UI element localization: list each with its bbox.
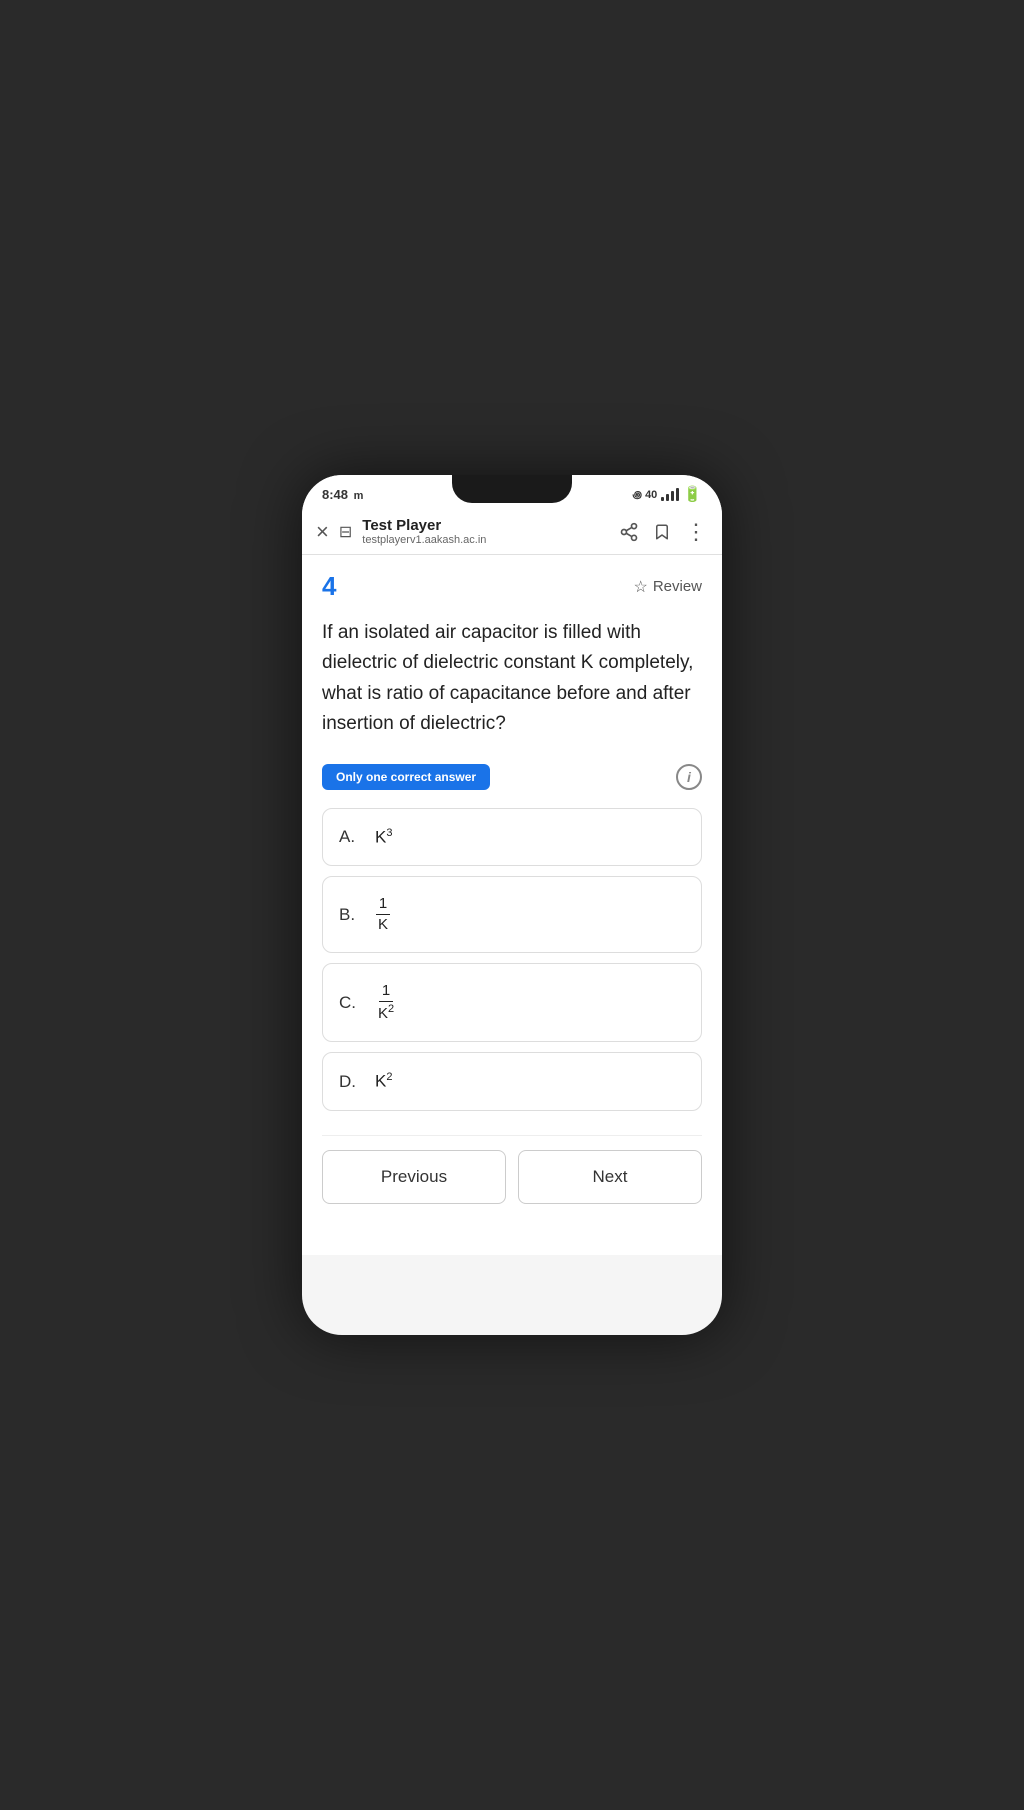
time-suffix: m [354, 490, 364, 502]
answer-type-row: Only one correct answer i [322, 764, 702, 790]
review-button[interactable]: ☆ Review [633, 577, 702, 597]
site-name: Test Player [362, 517, 609, 534]
previous-button[interactable]: Previous [322, 1150, 506, 1204]
site-url: testplayerv1.aakash.ac.in [362, 534, 609, 546]
close-icon: × [316, 519, 329, 545]
battery-icon: 🔋 [683, 485, 702, 503]
fraction-c: 1 K2 [375, 982, 397, 1023]
phone-frame: 8:48 m ꩜ 40 🔋 × ⊟ Test Player testplayer… [302, 475, 722, 1335]
next-button[interactable]: Next [518, 1150, 702, 1204]
fraction-b: 1 K [375, 895, 391, 934]
info-icon[interactable]: i [676, 764, 702, 790]
option-a-value: K3 [375, 827, 392, 848]
signal-bars-icon [661, 487, 679, 501]
option-b[interactable]: B. 1 K [322, 876, 702, 953]
star-icon: ☆ [633, 577, 647, 597]
option-c-label: C. [339, 993, 363, 1013]
question-text: If an isolated air capacitor is filled w… [322, 618, 702, 740]
share-button[interactable] [619, 522, 639, 542]
option-d[interactable]: D. K2 [322, 1052, 702, 1111]
content-area: 4 ☆ Review If an isolated air capacitor … [302, 555, 722, 1255]
review-label: Review [653, 578, 702, 595]
option-a-label: A. [339, 827, 363, 847]
option-c[interactable]: C. 1 K2 [322, 963, 702, 1042]
reader-mode-icon: ⊟ [339, 522, 352, 542]
browser-title-area: Test Player testplayerv1.aakash.ac.in [362, 517, 609, 546]
option-b-label: B. [339, 905, 363, 925]
option-d-label: D. [339, 1072, 363, 1092]
options-list: A. K3 B. 1 K C. 1 K2 [322, 808, 702, 1111]
navigation-buttons: Previous Next [322, 1135, 702, 1214]
option-c-value: 1 K2 [375, 982, 397, 1023]
close-button[interactable]: × [316, 519, 329, 545]
answer-type-badge: Only one correct answer [322, 764, 490, 790]
status-icons: ꩜ 40 🔋 [633, 485, 703, 503]
time-text: 8:48 [322, 487, 348, 502]
question-number: 4 [322, 571, 336, 602]
browser-action-buttons: ⋮ [619, 519, 708, 545]
notch [452, 475, 572, 503]
bookmark-button[interactable] [653, 522, 671, 542]
question-header: 4 ☆ Review [322, 571, 702, 602]
option-b-value: 1 K [375, 895, 391, 934]
more-button[interactable]: ⋮ [685, 519, 708, 545]
time-display: 8:48 m [322, 487, 363, 502]
option-a[interactable]: A. K3 [322, 808, 702, 867]
option-d-value: K2 [375, 1071, 392, 1092]
browser-bar: × ⊟ Test Player testplayerv1.aakash.ac.i… [302, 509, 722, 555]
signal-text: ꩜ 40 [633, 487, 658, 502]
